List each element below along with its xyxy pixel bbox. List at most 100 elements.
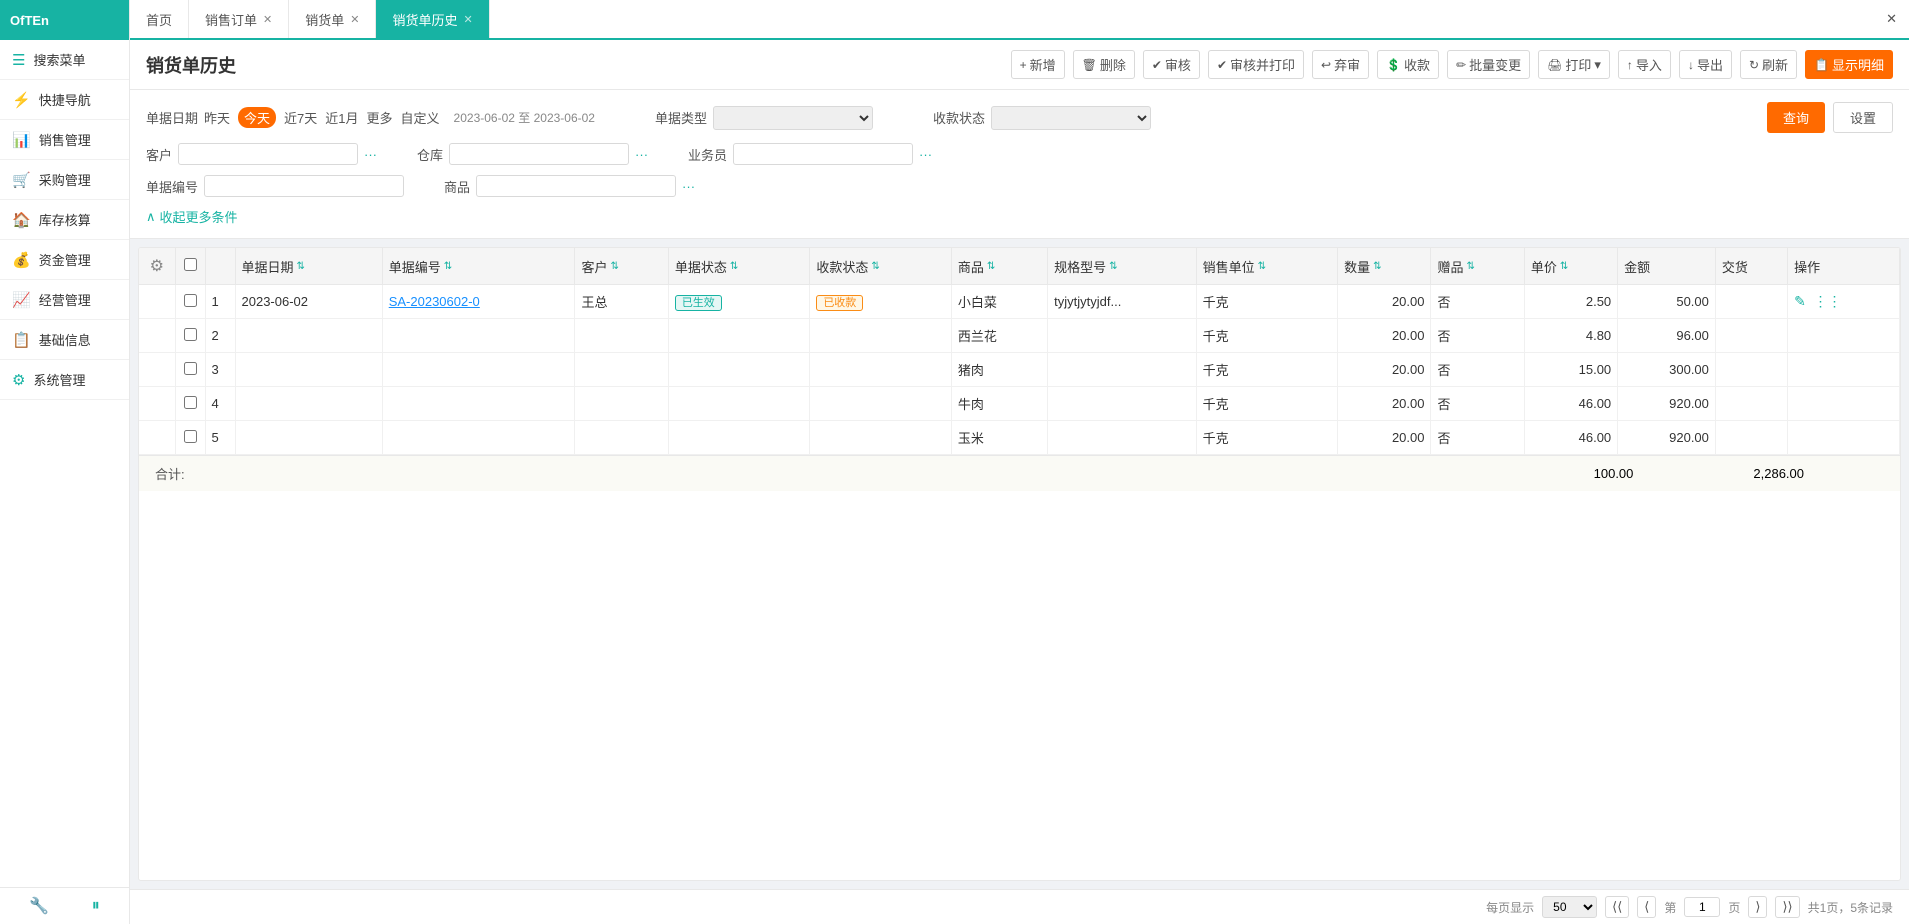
per-page-select[interactable]: 50 100: [1542, 896, 1597, 918]
row-checkbox[interactable]: [184, 294, 197, 307]
page-number-input[interactable]: [1684, 897, 1720, 917]
cell-checkbox[interactable]: [175, 421, 205, 455]
sidebar-item-search-menu[interactable]: ☰ 搜索菜单: [0, 40, 129, 80]
cell-amount: 920.00: [1618, 387, 1716, 421]
sidebar-item-sales-mgmt[interactable]: 📊 销售管理: [0, 120, 129, 160]
sidebar-item-ops-mgmt[interactable]: 📈 经营管理: [0, 280, 129, 320]
product-input[interactable]: [476, 175, 676, 197]
sidebar-item-basic-info[interactable]: 📋 基础信息: [0, 320, 129, 360]
th-sales-unit[interactable]: 销售单位 ⇅: [1196, 248, 1338, 285]
tab-delivery-history[interactable]: 销货单历史 ✕: [376, 0, 489, 38]
tab-delivery[interactable]: 销货单 ✕: [289, 0, 376, 38]
batch-change-icon: ✏: [1456, 58, 1466, 72]
date-shortcut-last1month[interactable]: 近1月: [325, 108, 358, 127]
customer-ellipsis[interactable]: ···: [364, 147, 377, 162]
settings-bottom-icon[interactable]: 🔧: [29, 896, 49, 916]
date-shortcut-more[interactable]: 更多: [367, 108, 393, 127]
th-unit-price-label: 单价: [1531, 257, 1557, 276]
tab-sales-order-close[interactable]: ✕: [263, 13, 272, 26]
set-button[interactable]: 设置: [1833, 102, 1893, 133]
export-button[interactable]: ↓ 导出: [1679, 50, 1732, 79]
edit-op-icon[interactable]: ✎: [1794, 293, 1806, 309]
date-shortcut-today[interactable]: 今天: [238, 107, 276, 128]
sidebar-item-quick-nav[interactable]: ⚡ 快捷导航: [0, 80, 129, 120]
th-collect-status[interactable]: 收款状态 ⇅: [810, 248, 952, 285]
import-button[interactable]: ↑ 导入: [1618, 50, 1671, 79]
abandon-button[interactable]: ↩ 弃审: [1312, 50, 1369, 79]
customer-input[interactable]: [178, 143, 358, 165]
audit-print-button[interactable]: ✔ 审核并打印: [1208, 50, 1304, 79]
date-shortcut-last7days[interactable]: 近7天: [284, 108, 317, 127]
query-button[interactable]: 查询: [1767, 102, 1825, 133]
sidebar-item-fund-mgmt[interactable]: 💰 资金管理: [0, 240, 129, 280]
cell-doc-date: [235, 387, 382, 421]
delete-button[interactable]: 🗑 删除: [1073, 50, 1135, 79]
th-settings[interactable]: ⚙: [139, 248, 175, 285]
th-product[interactable]: 商品 ⇅: [951, 248, 1047, 285]
warehouse-input[interactable]: [449, 143, 629, 165]
sidebar-item-label: 基础信息: [39, 330, 91, 349]
delete-icon: 🗑: [1082, 58, 1097, 72]
sidebar-item-label: 经营管理: [39, 290, 91, 309]
salesperson-ellipsis[interactable]: ···: [919, 147, 932, 162]
date-shortcut-yesterday[interactable]: 昨天: [204, 108, 230, 127]
collect-status-select[interactable]: [991, 106, 1151, 130]
first-page-button[interactable]: ⟨⟨: [1605, 896, 1629, 918]
th-doc-number[interactable]: 单据编号 ⇅: [382, 248, 575, 285]
column-settings-icon[interactable]: ⚙: [150, 258, 164, 275]
cell-checkbox[interactable]: [175, 387, 205, 421]
batch-change-button[interactable]: ✏ 批量变更: [1447, 50, 1530, 79]
tab-sales-order[interactable]: 销售订单 ✕: [189, 0, 289, 38]
prev-page-button[interactable]: ⟨: [1637, 896, 1656, 918]
filter-row-2: 客户 ··· 仓库 ··· 业务员 ···: [146, 143, 1893, 165]
doc-number-input[interactable]: [204, 175, 404, 197]
cell-checkbox[interactable]: [175, 353, 205, 387]
print-button[interactable]: 🖨 打印 ▾: [1538, 50, 1610, 79]
cell-checkbox[interactable]: [175, 319, 205, 353]
th-checkbox[interactable]: [175, 248, 205, 285]
fund-mgmt-icon: 💰: [12, 251, 31, 269]
collect-button[interactable]: 💲 收款: [1377, 50, 1439, 79]
product-ellipsis[interactable]: ···: [682, 179, 695, 194]
sidebar-item-inventory-calc[interactable]: 🏠 库存核算: [0, 200, 129, 240]
salesperson-input[interactable]: [733, 143, 913, 165]
collapse-filter-button[interactable]: ∧ 收起更多条件: [146, 207, 1893, 226]
audit-button[interactable]: ✔ 审核: [1143, 50, 1200, 79]
th-row-num: [205, 248, 235, 285]
pause-bottom-icon[interactable]: ⏸: [92, 897, 100, 915]
warehouse-ellipsis[interactable]: ···: [635, 147, 648, 162]
show-details-button[interactable]: 📋 显示明细: [1805, 50, 1893, 79]
sidebar-item-purchase-mgmt[interactable]: 🛒 采购管理: [0, 160, 129, 200]
th-gift[interactable]: 赠品 ⇅: [1431, 248, 1524, 285]
row-checkbox[interactable]: [184, 396, 197, 409]
sidebar-item-sys-mgmt[interactable]: ⚙ 系统管理: [0, 360, 129, 400]
th-quantity[interactable]: 数量 ⇅: [1338, 248, 1431, 285]
cell-row-num: 2: [205, 319, 235, 353]
row-checkbox[interactable]: [184, 430, 197, 443]
doc-type-select[interactable]: [713, 106, 873, 130]
close-all-tabs-button[interactable]: ✕: [1874, 0, 1909, 38]
add-button[interactable]: + 新增: [1011, 50, 1065, 79]
th-doc-date[interactable]: 单据日期 ⇅: [235, 248, 382, 285]
cell-doc-number[interactable]: SA-20230602-0: [382, 285, 575, 319]
refresh-button[interactable]: ↻ 刷新: [1740, 50, 1797, 79]
select-all-checkbox[interactable]: [184, 258, 197, 271]
more-op-icon[interactable]: ⋮⋮: [1814, 293, 1842, 309]
th-doc-status[interactable]: 单据状态 ⇅: [668, 248, 810, 285]
cell-quantity: 20.00: [1338, 285, 1431, 319]
row-checkbox[interactable]: [184, 362, 197, 375]
cell-settings: [139, 285, 175, 319]
tab-home[interactable]: 首页: [130, 0, 189, 38]
th-unit-price[interactable]: 单价 ⇅: [1524, 248, 1617, 285]
last-page-button[interactable]: ⟩⟩: [1775, 896, 1799, 918]
date-shortcut-custom[interactable]: 自定义: [401, 108, 440, 127]
th-customer[interactable]: 客户 ⇅: [575, 248, 668, 285]
inventory-calc-icon: 🏠: [12, 211, 31, 229]
row-checkbox[interactable]: [184, 328, 197, 341]
cell-checkbox[interactable]: [175, 285, 205, 319]
tab-delivery-close[interactable]: ✕: [350, 13, 359, 26]
doc-number-link[interactable]: SA-20230602-0: [389, 294, 480, 309]
next-page-button[interactable]: ⟩: [1748, 896, 1767, 918]
tab-delivery-history-close[interactable]: ✕: [464, 13, 473, 26]
th-spec-type[interactable]: 规格型号 ⇅: [1048, 248, 1197, 285]
